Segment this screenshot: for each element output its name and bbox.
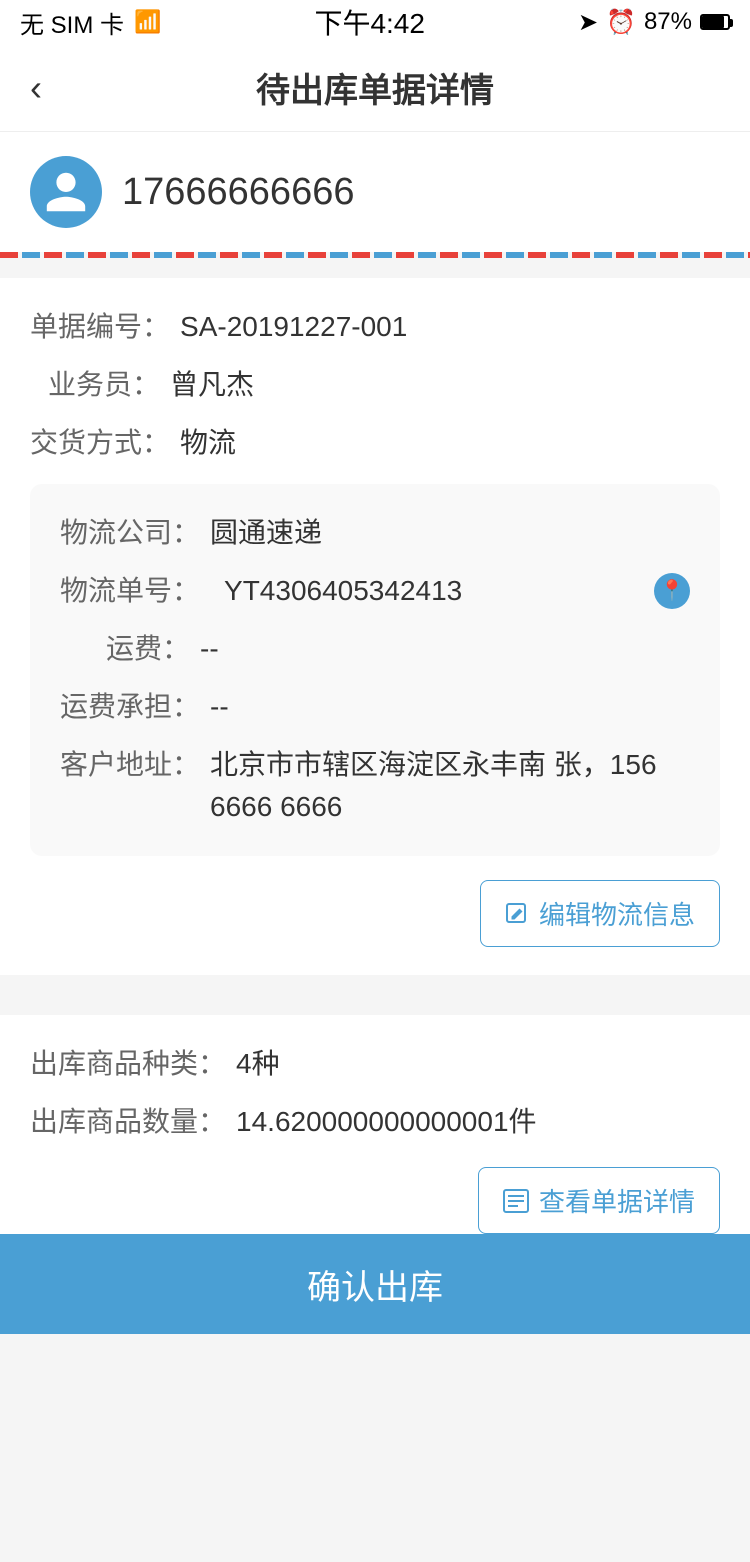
delivery-value: 物流	[170, 422, 720, 464]
sim-label: 无 SIM 卡	[20, 5, 124, 40]
product-types-label: 出库商品种类：	[30, 1043, 226, 1085]
salesperson-row: 业务员： 曾凡杰	[30, 364, 720, 406]
freight-burden-value: --	[200, 686, 690, 728]
edit-logistics-row: 编辑物流信息	[30, 880, 720, 947]
view-detail-row: 查看单据详情	[30, 1167, 720, 1234]
confirm-outbound-button[interactable]: 确认出库	[0, 1234, 750, 1334]
logistics-company-label: 物流公司：	[60, 512, 200, 554]
product-qty-label: 出库商品数量：	[30, 1101, 226, 1143]
user-header: 17666666666	[0, 132, 750, 252]
location-status-icon: ➤	[578, 8, 598, 37]
address-row: 客户地址： 北京市市辖区海淀区永丰南 张，156 6666 6666	[60, 744, 690, 828]
document-no-row: 单据编号： SA-20191227-001	[30, 306, 720, 348]
battery-icon	[700, 14, 730, 30]
navigation-bar: ‹ 待出库单据详情	[0, 44, 750, 132]
document-no-label: 单据编号：	[30, 306, 170, 348]
view-detail-button[interactable]: 查看单据详情	[478, 1167, 720, 1234]
freight-burden-label: 运费承担：	[60, 686, 200, 728]
status-bar: 无 SIM 卡 📶 下午4:42 ➤ ⏰ 87%	[0, 0, 750, 44]
track-location-icon[interactable]	[654, 573, 690, 609]
status-time: 下午4:42	[314, 2, 425, 42]
color-divider	[0, 252, 750, 258]
product-types-row: 出库商品种类： 4种	[30, 1043, 720, 1085]
view-detail-label: 查看单据详情	[539, 1182, 695, 1219]
back-button[interactable]: ‹	[30, 67, 42, 109]
freight-burden-row: 运费承担： --	[60, 686, 690, 728]
delivery-row: 交货方式： 物流	[30, 422, 720, 464]
tracking-value: YT4306405342413	[214, 570, 640, 612]
salesperson-value: 曾凡杰	[160, 364, 720, 406]
section-gap	[0, 975, 750, 995]
product-qty-row: 出库商品数量： 14.620000000000001件	[30, 1101, 720, 1143]
address-label: 客户地址：	[60, 744, 200, 786]
status-left: 无 SIM 卡 📶	[20, 5, 161, 40]
outbound-section: 出库商品种类： 4种 出库商品数量： 14.620000000000001件 查…	[0, 1015, 750, 1262]
freight-value: --	[190, 628, 690, 670]
logistics-company-row: 物流公司： 圆通速递	[60, 512, 690, 554]
salesperson-label: 业务员：	[30, 364, 160, 406]
logistics-company-value: 圆通速递	[200, 512, 690, 554]
tracking-label: 物流单号：	[60, 570, 200, 612]
edit-icon	[505, 902, 529, 926]
wifi-icon: 📶	[134, 9, 161, 35]
confirm-outbound-label: 确认出库	[307, 1260, 443, 1309]
avatar-icon	[42, 168, 90, 216]
logistics-section: 物流公司： 圆通速递 物流单号： YT4306405342413 运费： -- …	[30, 484, 720, 856]
product-types-value: 4种	[226, 1043, 720, 1085]
battery-label: 87%	[644, 8, 692, 36]
document-icon	[503, 1189, 529, 1213]
alarm-icon: ⏰	[606, 8, 636, 37]
page-title: 待出库单据详情	[256, 63, 494, 112]
basic-info-section: 单据编号： SA-20191227-001 业务员： 曾凡杰 交货方式： 物流 …	[0, 278, 750, 975]
document-no-value: SA-20191227-001	[170, 306, 720, 348]
freight-row: 运费： --	[60, 628, 690, 670]
status-right: ➤ ⏰ 87%	[578, 8, 730, 37]
edit-logistics-button[interactable]: 编辑物流信息	[480, 880, 720, 947]
edit-logistics-label: 编辑物流信息	[539, 895, 695, 932]
tracking-number-row: 物流单号： YT4306405342413	[60, 570, 690, 612]
user-phone: 17666666666	[122, 171, 354, 214]
address-value: 北京市市辖区海淀区永丰南 张，156 6666 6666	[200, 744, 690, 828]
avatar	[30, 156, 102, 228]
delivery-label: 交货方式：	[30, 422, 170, 464]
product-qty-value: 14.620000000000001件	[226, 1101, 720, 1143]
freight-label: 运费：	[60, 628, 190, 670]
